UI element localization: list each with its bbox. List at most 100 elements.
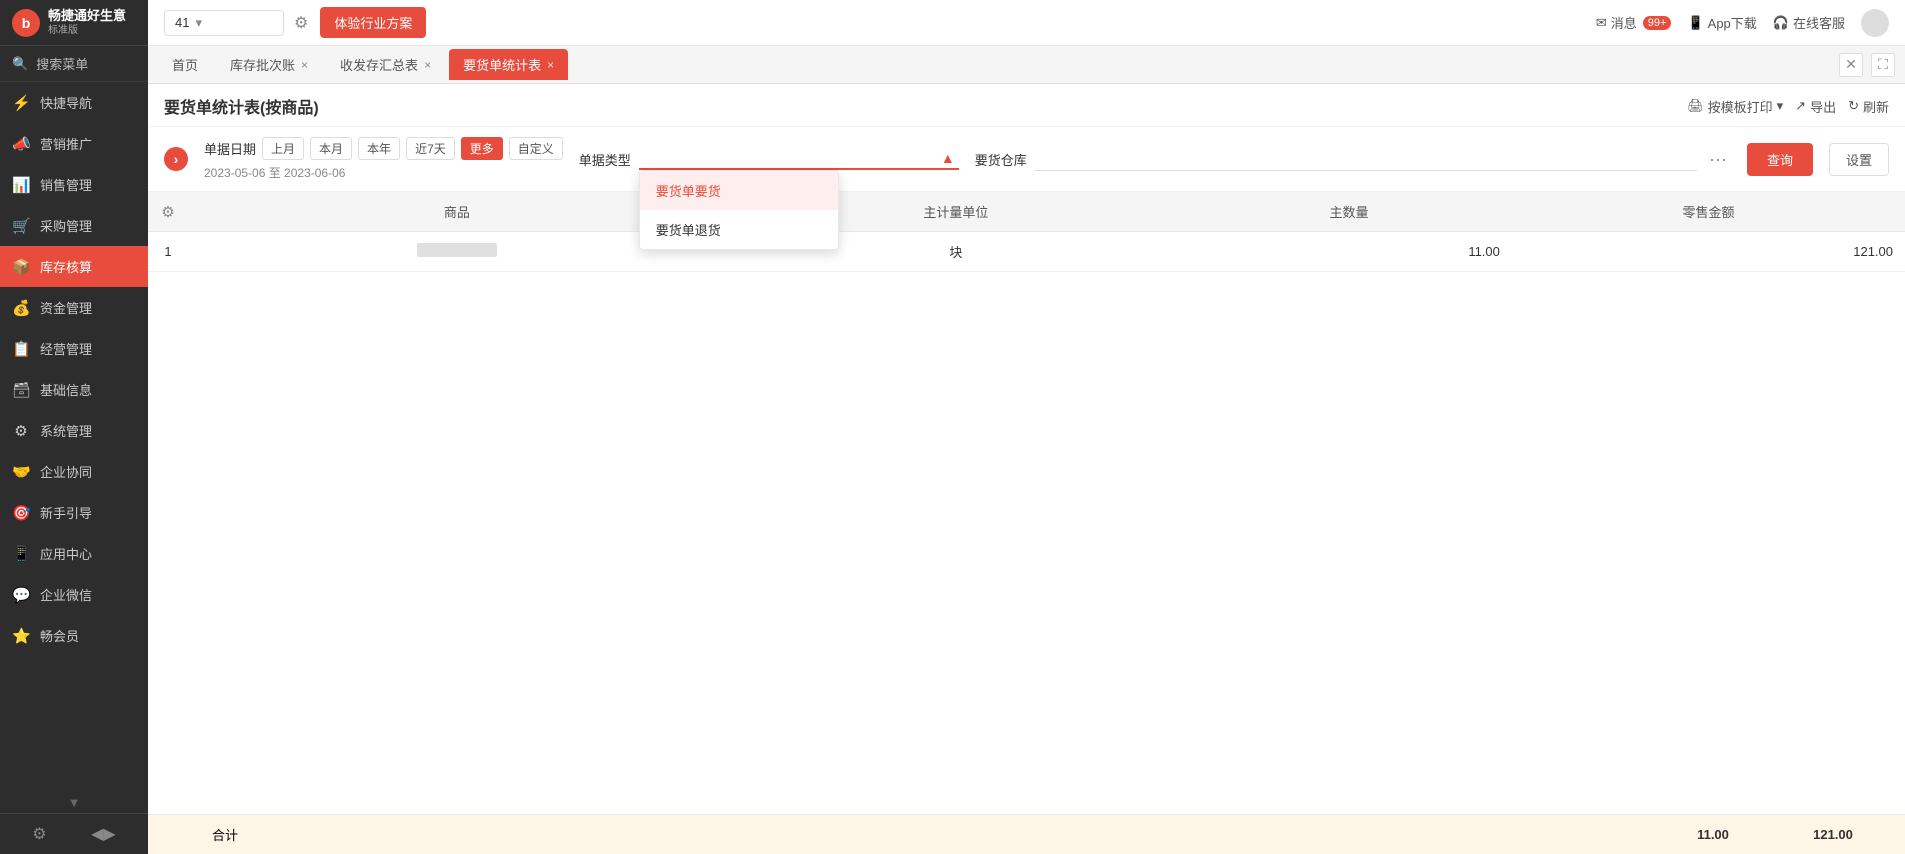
trial-button[interactable]: 体验行业方案 <box>320 7 426 38</box>
message-btn[interactable]: ✉ 消息 99+ <box>1596 13 1672 32</box>
refresh-label: 刷新 <box>1863 97 1889 116</box>
sidebar-item-basic-info[interactable]: 🗃 基础信息 <box>0 369 148 410</box>
footer-quantity: 11.00 <box>1653 827 1773 842</box>
sidebar-settings-btn[interactable]: ⚙ <box>32 824 46 844</box>
sidebar-item-member[interactable]: ⭐ 畅会员 <box>0 615 148 656</box>
guide-icon: 🎯 <box>12 504 30 522</box>
tab-close-all-btn[interactable]: ✕ <box>1839 53 1863 77</box>
refresh-icon: ↻ <box>1848 98 1859 114</box>
sidebar-item-guide[interactable]: 🎯 新手引导 <box>0 492 148 533</box>
sidebar-item-sales[interactable]: 📊 销售管理 <box>0 164 148 205</box>
page-content: 要货单统计表(按商品) 🖨 按模板打印 ▾ ↗ 导出 ↻ 刷新 › <box>148 84 1905 854</box>
tabs-bar: 首页 库存批次账 × 收发存汇总表 × 要货单统计表 × ✕ ⛶ <box>148 46 1905 84</box>
filter-more-btn[interactable]: ··· <box>1705 149 1731 170</box>
filter-select-wrapper[interactable]: ▲ <box>639 148 959 170</box>
warehouse-label: 要货仓库 <box>975 150 1027 169</box>
sidebar-item-finance[interactable]: 💰 资金管理 <box>0 287 148 328</box>
filter-type-input[interactable] <box>643 151 941 166</box>
online-service-btn[interactable]: 🎧 在线客服 <box>1773 13 1845 32</box>
main-area: 41 ▾ ⚙ 体验行业方案 ✉ 消息 99+ 📱 App下载 🎧 在线客服 <box>148 0 1905 854</box>
sidebar-item-enterprise[interactable]: 🤝 企业协同 <box>0 451 148 492</box>
online-service-label: 在线客服 <box>1793 13 1845 32</box>
export-btn[interactable]: ↗ 导出 <box>1795 97 1836 116</box>
sidebar-item-purchase[interactable]: 🛒 采购管理 <box>0 205 148 246</box>
tab-receivable-summary[interactable]: 收发存汇总表 × <box>326 49 445 80</box>
message-label: 消息 <box>1611 13 1637 32</box>
sidebar-item-label: 快捷导航 <box>40 93 92 112</box>
sidebar-search[interactable]: 🔍 搜索菜单 <box>0 46 148 82</box>
tab-inventory-batch[interactable]: 库存批次账 × <box>216 49 322 80</box>
filter-warehouse-group: 要货仓库 ··· <box>975 147 1731 171</box>
filter-select-arrow-up[interactable]: ▲ <box>941 150 955 166</box>
settings-button[interactable]: 设置 <box>1829 143 1889 176</box>
print-icon: 🖨 <box>1687 98 1704 114</box>
type-label: 单据类型 <box>579 150 631 169</box>
footer-total-label: 合计 <box>200 825 400 844</box>
message-icon: ✉ <box>1596 15 1607 31</box>
filter-date-range: 2023-05-06 至 2023-06-06 <box>204 164 563 181</box>
print-btn[interactable]: 🖨 按模板打印 ▾ <box>1687 97 1783 116</box>
sidebar-item-label: 库存核算 <box>40 257 92 276</box>
page-header: 要货单统计表(按商品) 🖨 按模板打印 ▾ ↗ 导出 ↻ 刷新 <box>148 84 1905 127</box>
row-quantity: 11.00 <box>1186 232 1512 272</box>
sidebar-item-business[interactable]: 📋 经营管理 <box>0 328 148 369</box>
topbar-gear-btn[interactable]: ⚙ <box>294 13 308 33</box>
tab-maximize-btn[interactable]: ⛶ <box>1871 53 1895 77</box>
app-download-btn[interactable]: 📱 App下载 <box>1687 13 1756 32</box>
sales-icon: 📊 <box>12 176 30 194</box>
filter-type-dropdown-wrapper: ▲ 要货单要货 要货单退货 <box>639 148 959 170</box>
date-btn-custom[interactable]: 自定义 <box>509 137 563 160</box>
tab-receivable-summary-close[interactable]: × <box>424 58 431 72</box>
sidebar-item-system[interactable]: ⚙ 系统管理 <box>0 410 148 451</box>
app-center-icon: 📱 <box>12 545 30 563</box>
sidebar-item-app-center[interactable]: 📱 应用中心 <box>0 533 148 574</box>
date-btn-more[interactable]: 更多 <box>461 137 503 160</box>
tab-order-summary-close[interactable]: × <box>547 58 554 72</box>
finance-icon: 💰 <box>12 299 30 317</box>
dropdown-item-purchase-return[interactable]: 要货单退货 <box>640 210 838 249</box>
sidebar-collapse-btn[interactable]: ◀▶ <box>91 824 116 844</box>
date-btn-7days[interactable]: 近7天 <box>406 137 455 160</box>
dropdown-item-purchase-order[interactable]: 要货单要货 <box>640 171 838 210</box>
sidebar-footer: ⚙ ◀▶ <box>0 813 148 854</box>
tab-inventory-batch-label: 库存批次账 <box>230 55 295 74</box>
filter-expand-btn[interactable]: › <box>164 147 188 171</box>
sidebar-item-quick-nav[interactable]: ⚡ 快捷导航 <box>0 82 148 123</box>
sidebar-item-label: 畅会员 <box>40 626 79 645</box>
sidebar-item-label: 应用中心 <box>40 544 92 563</box>
date-btn-last-month[interactable]: 上月 <box>262 137 304 160</box>
tab-home[interactable]: 首页 <box>158 49 212 80</box>
sidebar-item-marketing[interactable]: 📣 营销推广 <box>0 123 148 164</box>
app-download-label: App下载 <box>1708 13 1757 32</box>
headset-icon: 🎧 <box>1773 15 1789 31</box>
sidebar-item-label: 经营管理 <box>40 339 92 358</box>
marketing-icon: 📣 <box>12 135 30 153</box>
date-label: 单据日期 <box>204 139 256 158</box>
table-row: 1 块 11.00 121.00 <box>148 232 1905 272</box>
col-amount: 零售金额 <box>1512 192 1905 232</box>
sidebar-item-wechat[interactable]: 💬 企业微信 <box>0 574 148 615</box>
tab-home-label: 首页 <box>172 55 198 74</box>
sidebar-nav: ⚡ 快捷导航 📣 营销推广 📊 销售管理 🛒 采购管理 📦 库存核算 💰 资金管… <box>0 82 148 792</box>
sidebar-item-label: 采购管理 <box>40 216 92 235</box>
app-logo-text: 畅捷通好生意 标准版 <box>48 8 126 38</box>
sidebar-search-label: 搜索菜单 <box>36 54 88 73</box>
refresh-btn[interactable]: ↻ 刷新 <box>1848 97 1889 116</box>
tab-order-summary[interactable]: 要货单统计表 × <box>449 49 568 80</box>
app-logo-icon: b <box>12 9 40 37</box>
filter-warehouse-input[interactable] <box>1035 147 1697 171</box>
footer-amount: 121.00 <box>1773 827 1893 842</box>
col-quantity: 主数量 <box>1186 192 1512 232</box>
page-title: 要货单统计表(按商品) <box>164 94 319 118</box>
date-btn-this-month[interactable]: 本月 <box>310 137 352 160</box>
column-settings-icon[interactable]: ⚙ <box>161 204 174 221</box>
date-btn-this-year[interactable]: 本年 <box>358 137 400 160</box>
table-footer: 合计 11.00 121.00 <box>148 814 1905 854</box>
sidebar-scroll-down[interactable]: ▼ <box>0 792 148 813</box>
user-avatar[interactable] <box>1861 9 1889 37</box>
tab-inventory-batch-close[interactable]: × <box>301 58 308 72</box>
query-button[interactable]: 查询 <box>1747 143 1813 176</box>
sidebar-item-inventory[interactable]: 📦 库存核算 <box>0 246 148 287</box>
company-selector-arrow: ▾ <box>195 15 202 31</box>
company-selector[interactable]: 41 ▾ <box>164 10 284 36</box>
